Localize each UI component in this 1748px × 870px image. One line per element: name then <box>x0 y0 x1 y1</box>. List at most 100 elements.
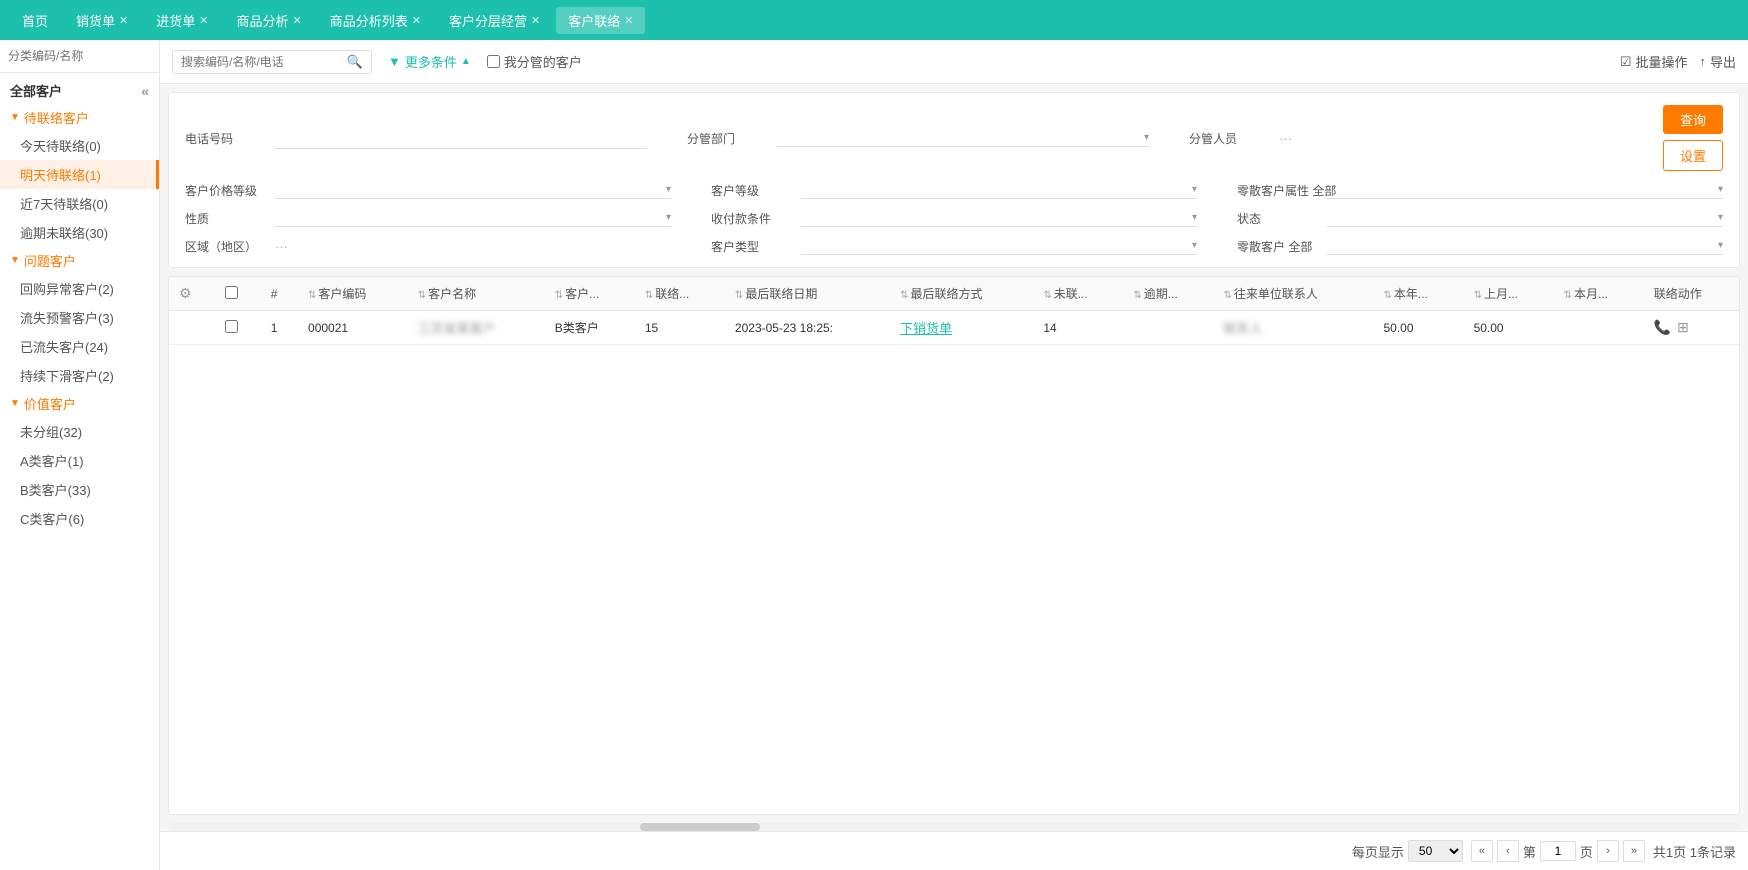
nav-product-analysis-list[interactable]: 商品分析列表 ✕ <box>318 7 433 34</box>
last-contact-link[interactable]: 下销货单 <box>900 321 952 336</box>
toolbar: 🔍 ▼ 更多条件 ▲ 我分管的客户 ☑ 批量操作 ↑ 导出 <box>160 40 1748 84</box>
th-gear[interactable]: ⚙ <box>169 277 215 311</box>
sidebar-item-churn-warning[interactable]: 流失预警客户(3) <box>0 303 159 332</box>
th-type[interactable]: 客户... <box>545 277 635 311</box>
sidebar-item-overdue-contact[interactable]: 逾期未联络(30) <box>0 218 159 247</box>
nav-product-analysis[interactable]: 商品分析 ✕ <box>224 7 313 34</box>
per-page-label: 每页显示 <box>1352 842 1404 861</box>
close-icon[interactable]: ✕ <box>624 14 633 27</box>
filter-price-select[interactable]: ▾ <box>275 181 671 199</box>
filter-customer-type-label: 客户类型 <box>711 238 801 255</box>
my-customers-checkbox-label[interactable]: 我分管的客户 <box>487 52 582 71</box>
th-overdue[interactable]: 逾期... <box>1123 277 1213 311</box>
sidebar-group-problem[interactable]: 问题客户 <box>0 247 159 274</box>
phone-icon[interactable]: 📞 <box>1654 319 1671 336</box>
filter-retail-attr-select[interactable]: ▾ <box>1327 181 1723 199</box>
th-this-month[interactable]: 本月... <box>1554 277 1644 311</box>
category-search-input[interactable] <box>8 49 160 63</box>
first-page-button[interactable]: « <box>1471 840 1493 862</box>
next-page-button[interactable]: › <box>1597 840 1619 862</box>
th-last-contact-method[interactable]: 最后联络方式 <box>890 277 1033 311</box>
nav-label: 进货单 <box>156 11 195 30</box>
sidebar-item-churned[interactable]: 已流失客户(24) <box>0 332 159 361</box>
search-icon[interactable]: 🔍 <box>347 54 363 70</box>
filter-dept-select[interactable]: ▾ <box>777 129 1149 147</box>
th-code[interactable]: 客户编码 <box>298 277 408 311</box>
filter-phone-input[interactable] <box>275 128 647 149</box>
nav-home-label: 首页 <box>22 11 48 30</box>
td-overdue <box>1123 311 1213 345</box>
th-uncontacted[interactable]: 未联... <box>1033 277 1123 311</box>
my-customers-checkbox[interactable] <box>487 55 500 68</box>
filter-retail-all-select[interactable]: ▾ <box>1327 237 1723 255</box>
filter-phone: 电话号码 <box>185 128 647 149</box>
prev-page-button[interactable]: ‹ <box>1497 840 1519 862</box>
page-size-select[interactable]: 50 10 20 100 <box>1408 840 1463 862</box>
th-contact[interactable]: 联络... <box>635 277 725 311</box>
filter-nature-select[interactable]: ▾ <box>275 209 671 227</box>
nav-sales-order[interactable]: 销货单 ✕ <box>64 7 140 34</box>
close-icon[interactable]: ✕ <box>531 14 540 27</box>
collapse-icon[interactable]: « <box>141 83 149 99</box>
td-last-contact-method[interactable]: 下销货单 <box>890 311 1033 345</box>
filter-dept: 分管部门 ▾ <box>687 129 1149 147</box>
sidebar-item-today-contact[interactable]: 今天待联络(0) <box>0 131 159 160</box>
sidebar-group-value[interactable]: 价值客户 <box>0 390 159 417</box>
sidebar-item-class-b[interactable]: B类客户(33) <box>0 475 159 504</box>
nav-home[interactable]: 首页 <box>10 7 60 34</box>
group-label: 待联络客户 <box>24 108 89 127</box>
sidebar-item-declining[interactable]: 持续下滑客户(2) <box>0 361 159 390</box>
more-filter-button[interactable]: ▼ 更多条件 ▲ <box>380 48 479 75</box>
page-prefix: 第 <box>1523 842 1536 861</box>
filter-status-select[interactable]: ▾ <box>1327 209 1723 227</box>
export-button[interactable]: ↑ 导出 <box>1699 52 1736 71</box>
nav-customer-contact[interactable]: 客户联络 ✕ <box>556 7 645 34</box>
toolbar-right: ☑ 批量操作 ↑ 导出 <box>1620 52 1736 71</box>
sidebar-item-7day-contact[interactable]: 近7天待联络(0) <box>0 189 159 218</box>
nav-customer-tier[interactable]: 客户分层经营 ✕ <box>437 7 552 34</box>
th-checkbox[interactable] <box>215 277 261 311</box>
td-checkbox[interactable] <box>215 311 261 345</box>
last-page-button[interactable]: » <box>1623 840 1645 862</box>
td-type: B类客户 <box>545 311 635 345</box>
td-name: 江苏省某客户 <box>408 311 545 345</box>
horizontal-scrollbar[interactable] <box>168 823 1740 831</box>
td-uncontacted: 14 <box>1033 311 1123 345</box>
sidebar-group-pending[interactable]: 待联络客户 <box>0 104 159 131</box>
page-number-input[interactable] <box>1540 841 1576 861</box>
query-button[interactable]: 查询 <box>1663 105 1723 134</box>
th-last-month[interactable]: 上月... <box>1464 277 1554 311</box>
row-checkbox[interactable] <box>225 320 238 333</box>
th-name[interactable]: 客户名称 <box>408 277 545 311</box>
close-icon[interactable]: ✕ <box>119 14 128 27</box>
filter-payment-select[interactable]: ▾ <box>801 209 1197 227</box>
filter-icon: ▼ <box>388 54 401 69</box>
filter-person-dots[interactable]: ··· <box>1279 131 1292 146</box>
sidebar-item-ungroup[interactable]: 未分组(32) <box>0 417 159 446</box>
th-last-contact-date[interactable]: 最后联络日期 <box>725 277 890 311</box>
filter-customer-type-select[interactable]: ▾ <box>801 237 1197 255</box>
scroll-thumb[interactable] <box>640 823 760 831</box>
sidebar-item-tomorrow-contact[interactable]: 明天待联络(1) <box>0 160 159 189</box>
bulk-operation-button[interactable]: ☑ 批量操作 <box>1620 52 1688 71</box>
filter-customer-type: 客户类型 ▾ <box>711 237 1197 255</box>
td-last-month: 50.00 <box>1464 311 1554 345</box>
sidebar-item-class-a[interactable]: A类客户(1) <box>0 446 159 475</box>
filter-phone-label: 电话号码 <box>185 130 275 147</box>
all-customers-header[interactable]: 全部客户 « <box>0 73 159 104</box>
select-all-checkbox[interactable] <box>225 286 238 299</box>
grid-icon[interactable]: ⊞ <box>1677 319 1689 336</box>
sidebar-item-class-c[interactable]: C类客户(6) <box>0 504 159 533</box>
search-input[interactable] <box>181 55 341 69</box>
filter-region-dots[interactable]: ··· <box>275 239 288 254</box>
set-button[interactable]: 设置 <box>1663 140 1723 171</box>
close-icon[interactable]: ✕ <box>293 14 302 27</box>
bulk-label: 批量操作 <box>1635 52 1687 71</box>
filter-customer-level-select[interactable]: ▾ <box>801 181 1197 199</box>
sidebar-item-repurchase-abnormal[interactable]: 回购异常客户(2) <box>0 274 159 303</box>
close-icon[interactable]: ✕ <box>412 14 421 27</box>
close-icon[interactable]: ✕ <box>199 14 208 27</box>
nav-purchase-order[interactable]: 进货单 ✕ <box>144 7 220 34</box>
th-company-contact[interactable]: 往来单位联系人 <box>1213 277 1373 311</box>
th-this-year[interactable]: 本年... <box>1374 277 1464 311</box>
